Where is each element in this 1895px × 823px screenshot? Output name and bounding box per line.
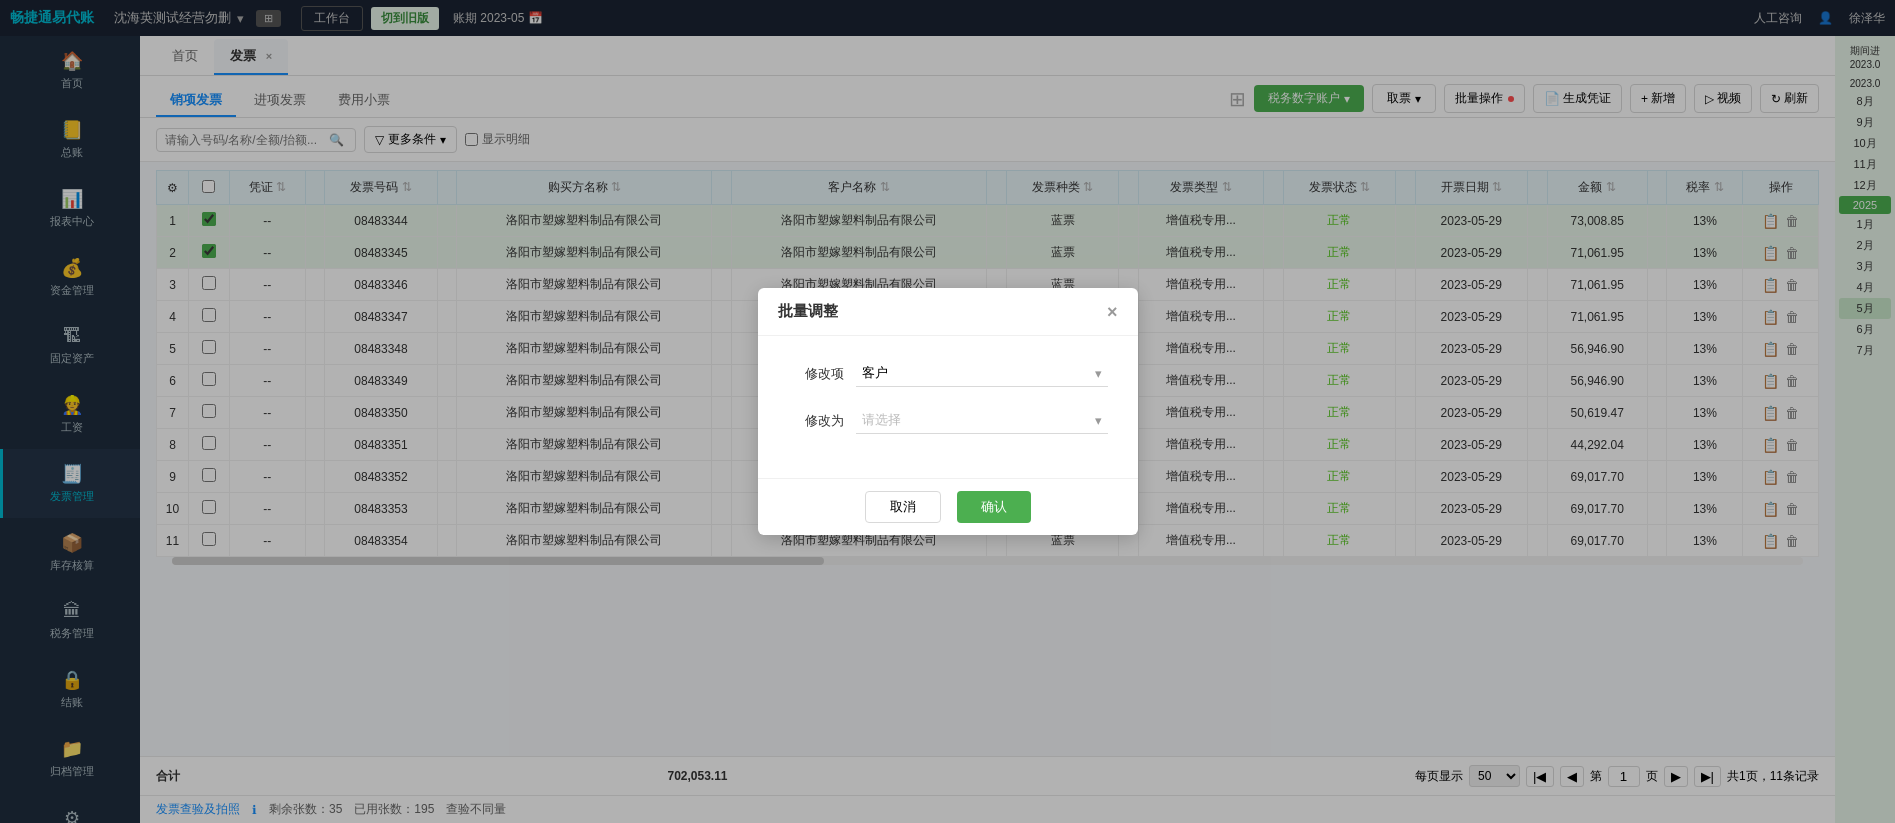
modify-to-label: 修改为 <box>788 412 844 430</box>
modify-to-select[interactable]: 请选择 ▾ <box>856 407 1108 434</box>
modal-overlay[interactable]: 批量调整 × 修改项 客户 ▾ 修改为 请选择 ▾ 取消 确认 <box>0 0 1895 823</box>
form-row-modify-to: 修改为 请选择 ▾ <box>788 407 1108 434</box>
modal-title: 批量调整 <box>778 302 838 321</box>
modal-body: 修改项 客户 ▾ 修改为 请选择 ▾ <box>758 336 1138 478</box>
modify-to-placeholder: 请选择 <box>862 411 901 429</box>
modal-cancel-btn[interactable]: 取消 <box>865 491 941 523</box>
modal-footer: 取消 确认 <box>758 478 1138 535</box>
modal-confirm-btn[interactable]: 确认 <box>957 491 1031 523</box>
modify-item-value: 客户 <box>862 364 888 382</box>
modify-item-dropdown-icon: ▾ <box>1095 366 1102 381</box>
batch-adjust-modal: 批量调整 × 修改项 客户 ▾ 修改为 请选择 ▾ 取消 确认 <box>758 288 1138 535</box>
modal-close-btn[interactable]: × <box>1107 303 1118 321</box>
modal-header: 批量调整 × <box>758 288 1138 336</box>
modify-item-label: 修改项 <box>788 365 844 383</box>
modify-item-select[interactable]: 客户 ▾ <box>856 360 1108 387</box>
form-row-modify-item: 修改项 客户 ▾ <box>788 360 1108 387</box>
modify-to-dropdown-icon: ▾ <box>1095 413 1102 428</box>
